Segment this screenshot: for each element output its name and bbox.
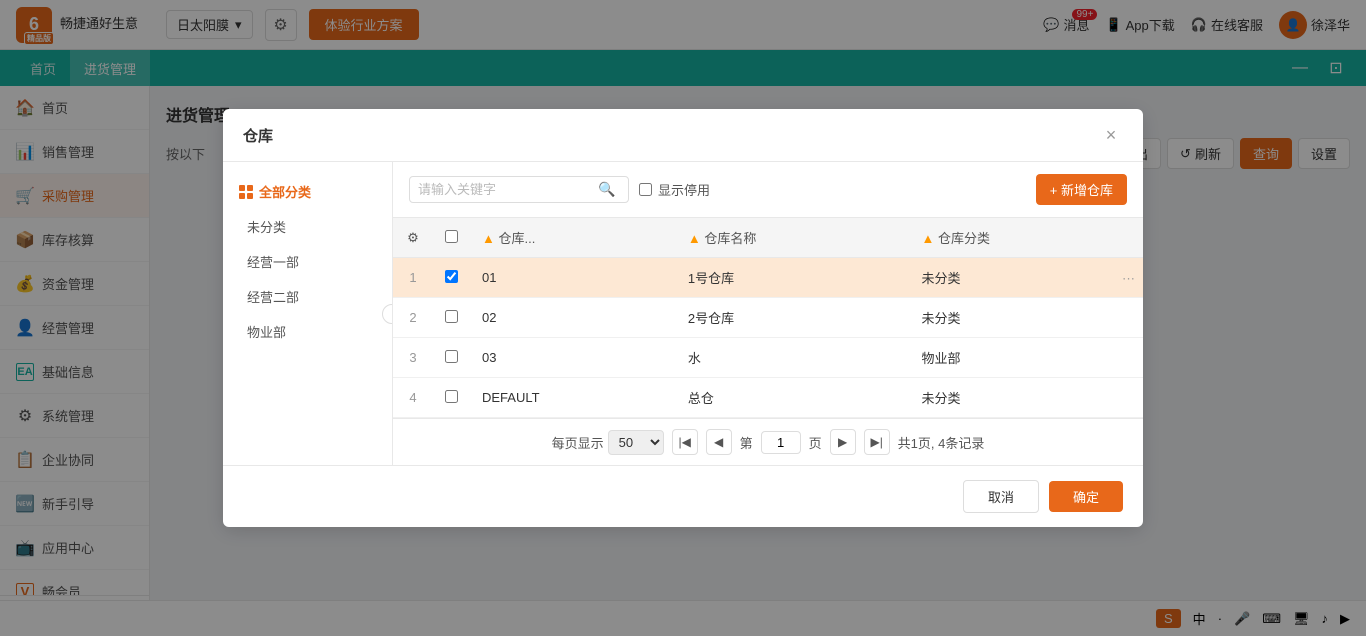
show-disabled-checkbox-label[interactable]: 显示停用 [639,180,710,199]
page-label: 页 [809,433,822,452]
confirm-button[interactable]: 确定 [1049,481,1123,512]
col-code-label: 仓库... [499,231,536,246]
table-container: ⚙ ▲ 仓库... ▲ [393,218,1143,418]
modal-title: 仓库 [243,125,273,146]
category-panel: 全部分类 未分类 经营一部 经营二部 物业部 《 [223,162,393,465]
col-category-label: 仓库分类 [938,231,990,246]
table-row[interactable]: 4 DEFAULT 总仓 未分类 [393,378,1143,418]
col-code: ▲ 仓库... [470,218,676,258]
category-item-unclassified[interactable]: 未分类 [223,209,392,244]
row-checkbox-cell [433,298,470,338]
per-page-label: 每页显示 [552,433,604,452]
page-number-input[interactable] [761,431,801,454]
row-more-btn[interactable]: ··· [1122,270,1135,285]
grid-icon [239,185,253,199]
prev-page-button[interactable]: ◀ [706,429,732,455]
search-input[interactable] [418,182,598,197]
warehouse-table: ⚙ ▲ 仓库... ▲ [393,218,1143,418]
col-cat-sort-icon: ▲ [921,231,934,246]
search-input-wrap: 🔍 [409,176,629,203]
show-disabled-label: 显示停用 [658,180,710,199]
next-page-button[interactable]: ▶ [830,429,856,455]
table-row[interactable]: 3 03 水 物业部 [393,338,1143,378]
category-item-property[interactable]: 物业部 [223,314,392,349]
row-code: 01 [470,258,676,298]
row-checkbox[interactable] [445,270,458,283]
row-num: 4 [393,378,433,418]
page-size-select: 每页显示 50 10 20 100 [552,430,664,455]
category-item-dept2[interactable]: 经营二部 [223,279,392,314]
row-code: 02 [470,298,676,338]
row-code: DEFAULT [470,378,676,418]
row-checkbox[interactable] [445,390,458,403]
category-all[interactable]: 全部分类 [223,174,392,209]
page-word: 第 [740,433,753,452]
row-category: 未分类··· [909,258,1143,298]
all-category-label: 全部分类 [259,182,311,201]
table-row[interactable]: 2 02 2号仓库 未分类 [393,298,1143,338]
modal-overlay: 仓库 × 全部分类 未分类 经营一部 经营二部 物业部 [0,0,1366,636]
row-checkbox[interactable] [445,350,458,363]
row-code: 03 [470,338,676,378]
row-checkbox-cell [433,338,470,378]
total-label: 共1页, 4条记录 [898,433,985,452]
search-icon[interactable]: 🔍 [598,181,615,198]
row-checkbox-cell [433,378,470,418]
select-all-checkbox[interactable] [445,230,458,243]
row-name: 总仓 [676,378,910,418]
col-name-label: 仓库名称 [704,231,756,246]
add-warehouse-button[interactable]: + 新增仓库 [1036,174,1127,205]
modal-body: 全部分类 未分类 经营一部 经营二部 物业部 《 🔍 [223,162,1143,465]
col-gear: ⚙ [393,218,433,258]
row-checkbox[interactable] [445,310,458,323]
pagination: 每页显示 50 10 20 100 |◀ ◀ 第 页 ▶ ▶| [393,418,1143,465]
cancel-button[interactable]: 取消 [963,480,1039,513]
modal-close-button[interactable]: × [1099,123,1123,147]
col-name: ▲ 仓库名称 [676,218,910,258]
row-name: 1号仓库 [676,258,910,298]
table-toolbar: 🔍 显示停用 + 新增仓库 [393,162,1143,218]
warehouse-modal: 仓库 × 全部分类 未分类 经营一部 经营二部 物业部 [223,109,1143,527]
row-category: 物业部 [909,338,1143,378]
col-name-sort-icon: ▲ [688,231,701,246]
gear-col-icon: ⚙ [407,230,419,245]
row-category: 未分类 [909,378,1143,418]
row-num: 3 [393,338,433,378]
first-page-button[interactable]: |◀ [672,429,698,455]
modal-footer: 取消 确定 [223,465,1143,527]
row-checkbox-cell [433,258,470,298]
page-size-dropdown[interactable]: 50 10 20 100 [608,430,664,455]
row-category: 未分类 [909,298,1143,338]
modal-header: 仓库 × [223,109,1143,162]
table-row[interactable]: 1 01 1号仓库 未分类··· [393,258,1143,298]
row-num: 2 [393,298,433,338]
col-checkbox [433,218,470,258]
row-name: 水 [676,338,910,378]
last-page-button[interactable]: ▶| [864,429,890,455]
sort-icon: ▲ [482,231,495,246]
category-item-dept1[interactable]: 经营一部 [223,244,392,279]
row-name: 2号仓库 [676,298,910,338]
col-category: ▲ 仓库分类 [909,218,1143,258]
table-panel: 🔍 显示停用 + 新增仓库 ⚙ [393,162,1143,465]
show-disabled-checkbox[interactable] [639,183,652,196]
row-num: 1 [393,258,433,298]
